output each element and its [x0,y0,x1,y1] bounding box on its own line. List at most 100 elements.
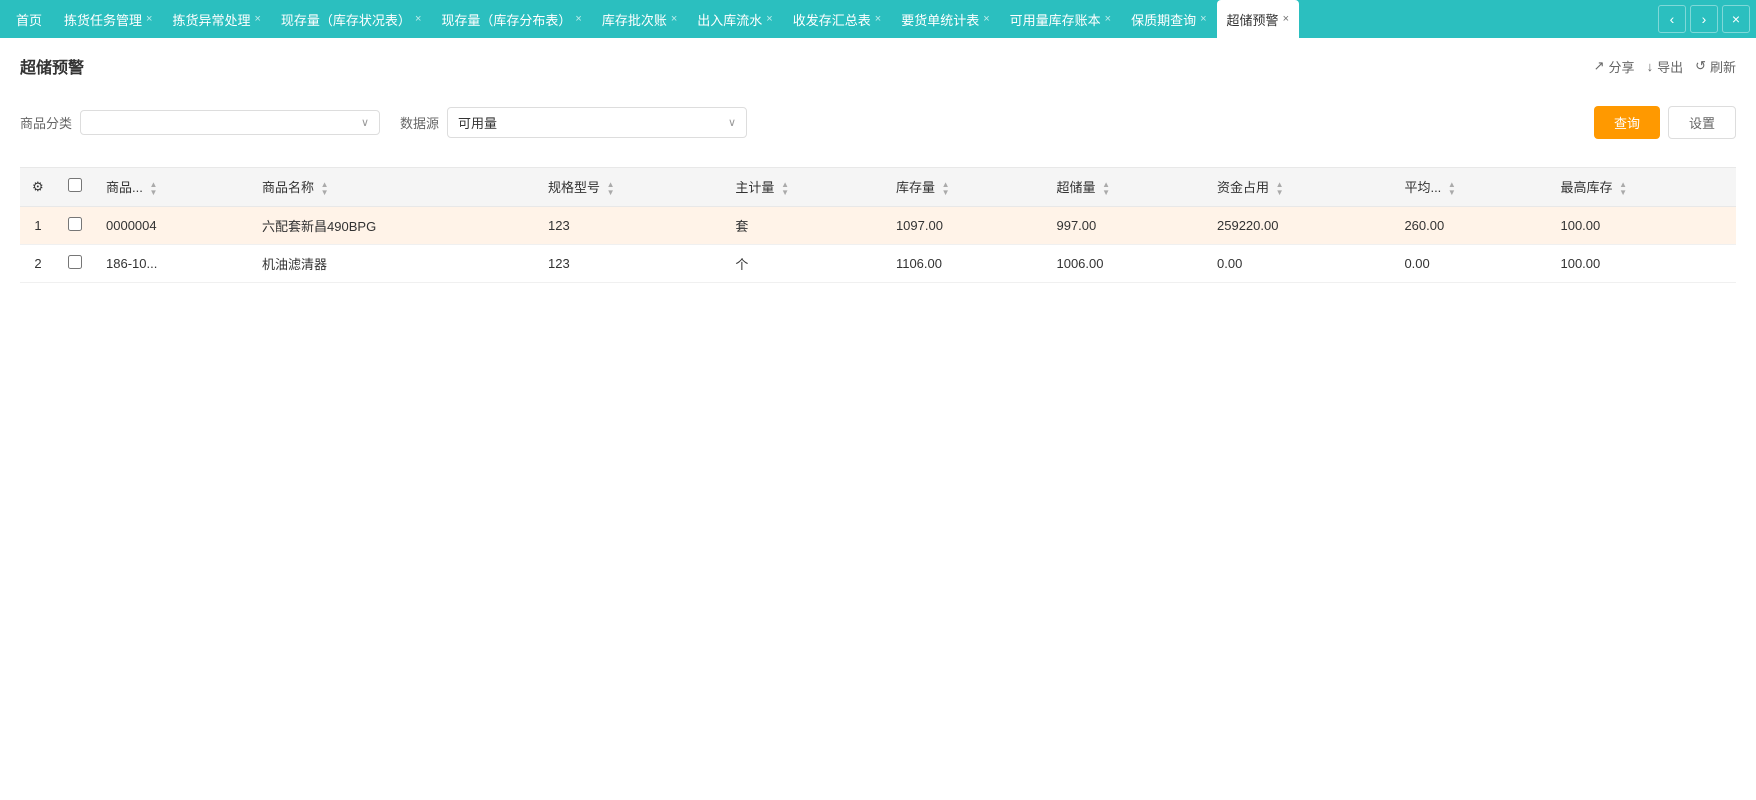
tab-8[interactable]: 要货单统计表 × [891,0,999,38]
tab-1[interactable]: 拣货任务管理 × [54,0,162,38]
datasource-select-value: 可用量 [458,113,497,132]
cell-product-code-0: 0000004 [94,206,250,244]
tab-5[interactable]: 库存批次账 × [592,0,687,38]
close-tab-1-icon[interactable]: × [146,13,152,25]
query-button[interactable]: 查询 [1594,106,1660,139]
filter-row: 商品分类 ∨ 数据源 可用量 ∨ 查询 设置 [20,94,1736,151]
datasource-filter: 数据源 可用量 ∨ [400,107,747,138]
close-tab-2-icon[interactable]: × [254,13,260,25]
cell-stock-qty-1: 1106.00 [884,244,1045,282]
datasource-select[interactable]: 可用量 ∨ [447,107,747,138]
close-tab-7-icon[interactable]: × [875,13,881,25]
page-header: 超储预警 ↗ 分享 ↓ 导出 ↺ 刷新 [20,54,1736,78]
sort-capital-usage-icon: ▲ ▼ [1276,181,1284,197]
cell-stock-qty-0: 1097.00 [884,206,1045,244]
top-navigation: 首页 拣货任务管理 × 拣货异常处理 × 现存量（库存状况表） × 现存量（库存… [0,0,1756,38]
export-button[interactable]: ↓ 导出 [1647,57,1684,76]
close-tab-3-icon[interactable]: × [415,13,421,25]
category-label: 商品分类 [20,113,72,132]
sort-unit-icon: ▲ ▼ [781,181,789,197]
nav-prev-button[interactable]: ‹ [1658,5,1686,33]
sort-avg-icon: ▲ ▼ [1448,181,1456,197]
category-filter: 商品分类 ∨ [20,110,380,135]
tab-3[interactable]: 现存量（库存状况表） × [271,0,431,38]
sort-spec-icon: ▲ ▼ [607,181,615,197]
select-all-checkbox[interactable] [68,178,82,192]
cell-spec-1: 123 [536,244,723,282]
cell-product-code-1: 186-10... [94,244,250,282]
nav-home[interactable]: 首页 [4,0,54,38]
column-checkbox [56,168,94,207]
tab-9[interactable]: 可用量库存账本 × [1000,0,1121,38]
row-checkbox-cell-1 [56,244,94,282]
table-row: 2 186-10... 机油滤清器 123 个 1106.00 1006.00 … [20,244,1736,282]
table-row: 1 0000004 六配套新昌490BPG 123 套 1097.00 997.… [20,206,1736,244]
refresh-button[interactable]: ↺ 刷新 [1695,57,1736,76]
row-checkbox-0[interactable] [68,217,82,231]
column-stock-qty[interactable]: 库存量 ▲ ▼ [884,168,1045,207]
datasource-label: 数据源 [400,113,439,132]
row-checkbox-cell-0 [56,206,94,244]
datasource-chevron-icon: ∨ [728,116,736,129]
settings-gear-icon: ⚙ [32,179,44,194]
column-max-stock[interactable]: 最高库存 ▲ ▼ [1548,168,1736,207]
category-select[interactable]: ∨ [80,110,380,135]
row-checkbox-1[interactable] [68,255,82,269]
nav-next-button[interactable]: › [1690,5,1718,33]
cell-avg-1: 0.00 [1392,244,1548,282]
column-avg[interactable]: 平均... ▲ ▼ [1392,168,1548,207]
export-icon: ↓ [1647,59,1654,74]
close-tab-11-icon[interactable]: × [1283,13,1289,25]
cell-max-stock-0: 100.00 [1548,206,1736,244]
column-product-code[interactable]: 商品... ▲ ▼ [94,168,250,207]
column-unit[interactable]: 主计量 ▲ ▼ [723,168,884,207]
cell-product-name-1: 机油滤清器 [250,244,536,282]
main-content: 超储预警 ↗ 分享 ↓ 导出 ↺ 刷新 商品分类 ∨ 数据源 [0,38,1756,800]
tab-2[interactable]: 拣货异常处理 × [162,0,270,38]
category-chevron-icon: ∨ [361,116,369,129]
cell-max-stock-1: 100.00 [1548,244,1736,282]
close-tab-6-icon[interactable]: × [766,13,772,25]
column-over-qty[interactable]: 超储量 ▲ ▼ [1044,168,1205,207]
column-settings[interactable]: ⚙ [20,168,56,207]
tab-7[interactable]: 收发存汇总表 × [783,0,891,38]
close-tab-4-icon[interactable]: × [575,13,581,25]
cell-unit-0: 套 [723,206,884,244]
row-num-0: 1 [20,206,56,244]
nav-arrows: ‹ › × [1656,5,1752,33]
page-title: 超储预警 [20,54,84,78]
column-spec[interactable]: 规格型号 ▲ ▼ [536,168,723,207]
cell-product-name-0: 六配套新昌490BPG [250,206,536,244]
settings-button[interactable]: 设置 [1668,106,1736,139]
tab-6[interactable]: 出入库流水 × [687,0,782,38]
cell-avg-0: 260.00 [1392,206,1548,244]
cell-over-qty-1: 1006.00 [1044,244,1205,282]
header-actions: ↗ 分享 ↓ 导出 ↺ 刷新 [1594,57,1736,76]
refresh-icon: ↺ [1695,58,1706,74]
cell-spec-0: 123 [536,206,723,244]
share-button[interactable]: ↗ 分享 [1594,57,1635,76]
sort-over-qty-icon: ▲ ▼ [1102,181,1110,197]
tab-11[interactable]: 超储预警 × [1217,0,1299,38]
sort-product-code-icon: ▲ ▼ [149,181,157,197]
cell-capital-usage-0: 259220.00 [1205,206,1392,244]
data-table: ⚙ 商品... ▲ ▼ 商品名称 ▲ ▼ [20,167,1736,283]
close-tab-9-icon[interactable]: × [1105,13,1111,25]
filter-actions: 查询 设置 [1594,106,1736,139]
column-product-name[interactable]: 商品名称 ▲ ▼ [250,168,536,207]
tab-10[interactable]: 保质期查询 × [1121,0,1216,38]
cell-over-qty-0: 997.00 [1044,206,1205,244]
cell-capital-usage-1: 0.00 [1205,244,1392,282]
nav-close-button[interactable]: × [1722,5,1750,33]
sort-product-name-icon: ▲ ▼ [321,181,329,197]
share-icon: ↗ [1594,58,1605,74]
row-num-1: 2 [20,244,56,282]
table-body: 1 0000004 六配套新昌490BPG 123 套 1097.00 997.… [20,206,1736,282]
close-tab-8-icon[interactable]: × [983,13,989,25]
close-tab-5-icon[interactable]: × [671,13,677,25]
tab-4[interactable]: 现存量（库存分布表） × [431,0,591,38]
column-capital-usage[interactable]: 资金占用 ▲ ▼ [1205,168,1392,207]
cell-unit-1: 个 [723,244,884,282]
close-tab-10-icon[interactable]: × [1200,13,1206,25]
sort-stock-qty-icon: ▲ ▼ [942,181,950,197]
